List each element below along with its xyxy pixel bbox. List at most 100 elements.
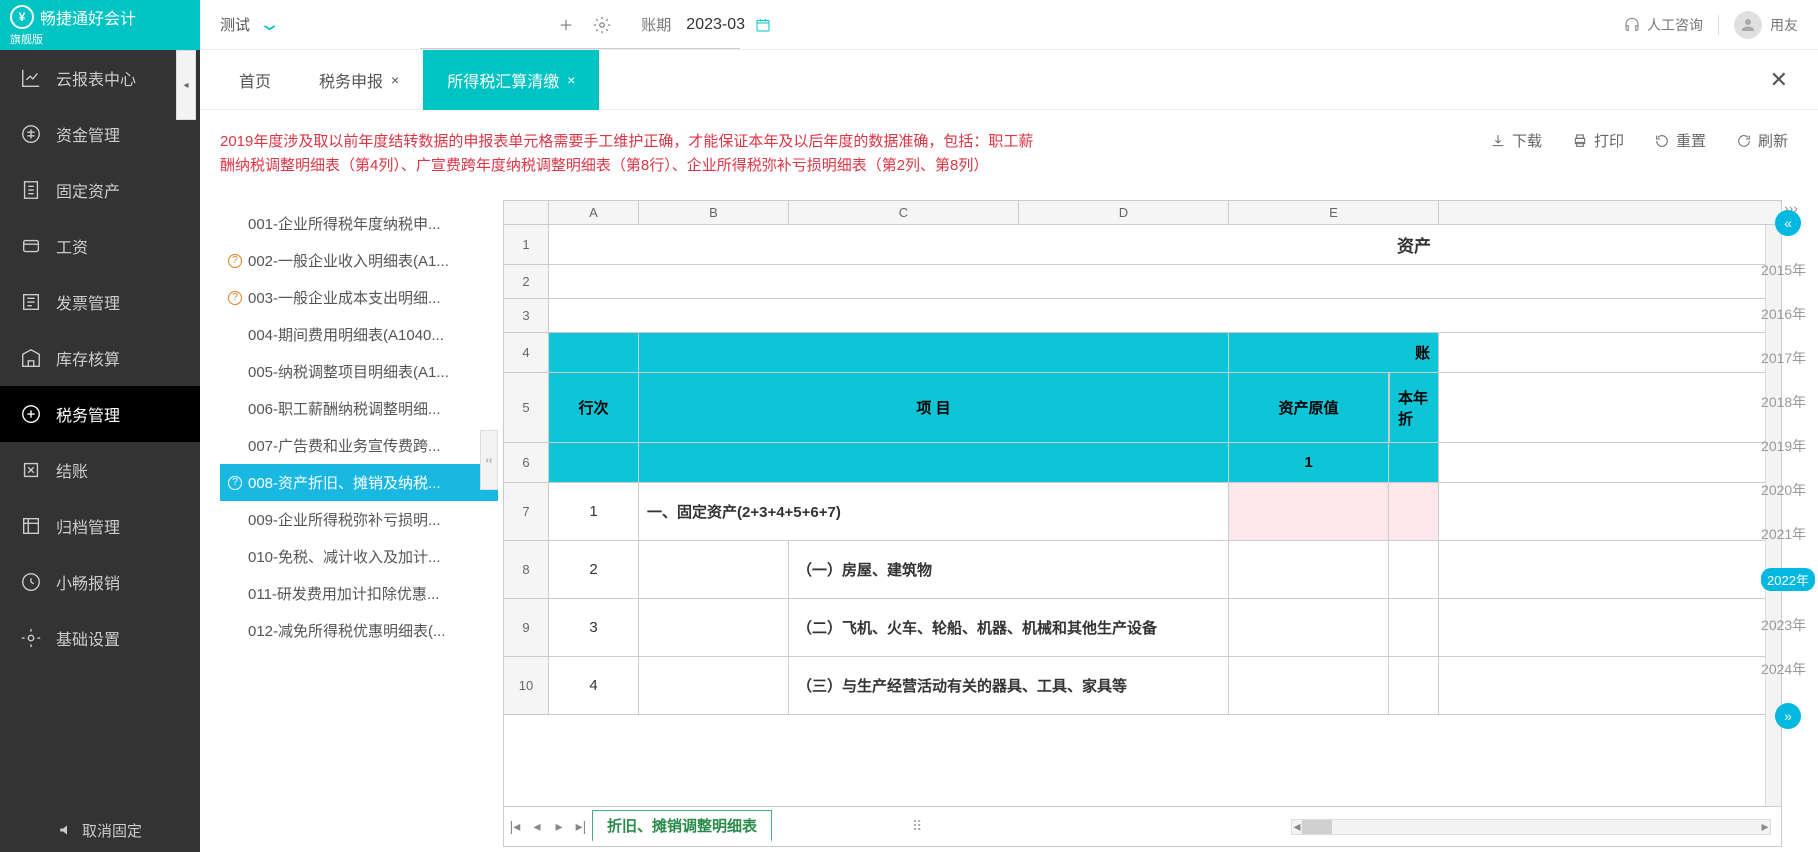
header-e: 本年折	[1389, 373, 1439, 442]
sidebar-icon-2	[20, 179, 42, 201]
consult-button[interactable]: 人工咨询	[1623, 15, 1703, 35]
year-item-2021年[interactable]: 2021年	[1761, 524, 1815, 544]
sidebar-item-8[interactable]: 归档管理	[0, 498, 200, 554]
table-row: 71一、固定资产(2+3+4+5+6+7)	[504, 483, 1781, 541]
report-item-0[interactable]: 001-企业所得税年度纳税申...	[220, 205, 498, 242]
warning-icon: ?	[228, 291, 242, 305]
table-row: 93（二）飞机、火车、轮船、机器、机械和其他生产设备	[504, 599, 1781, 657]
year-item-2017年[interactable]: 2017年	[1761, 348, 1815, 368]
report-item-2[interactable]: ? 003-一般企业成本支出明细...	[220, 279, 498, 316]
close-all-tabs[interactable]: ✕	[1755, 67, 1803, 93]
period-value[interactable]: 2023-03	[686, 16, 745, 34]
report-item-label: 003-一般企业成本支出明细...	[248, 287, 441, 308]
year-up-button[interactable]: «	[1775, 210, 1801, 236]
sidebar-item-label: 发票管理	[56, 290, 120, 314]
sheet-first-icon[interactable]: |◂	[504, 816, 526, 838]
sidebar-item-2[interactable]: 固定资产	[0, 162, 200, 218]
refresh-button[interactable]: 刷新	[1736, 130, 1788, 151]
year-item-2023年[interactable]: 2023年	[1761, 615, 1815, 635]
sidebar-icon-8	[20, 515, 42, 537]
table-row: 104（三）与生产经营活动有关的器具、工具、家具等	[504, 657, 1781, 715]
sidebar-item-4[interactable]: 发票管理	[0, 274, 200, 330]
report-item-9[interactable]: 010-免税、减计收入及加计...	[220, 538, 498, 575]
year-item-2020年[interactable]: 2020年	[1761, 480, 1815, 500]
tab-close-icon[interactable]: ×	[567, 72, 575, 88]
sheet-last-icon[interactable]: ▸|	[570, 816, 592, 838]
tab-2[interactable]: 所得税汇算清缴×	[423, 50, 599, 110]
sidebar-item-label: 小畅报销	[56, 570, 120, 594]
report-item-1[interactable]: ?002-一般企业收入明细表(A1...	[220, 242, 498, 279]
row4-e: 账	[1229, 333, 1439, 372]
sidebar-item-9[interactable]: 小畅报销	[0, 554, 200, 610]
col-header-c[interactable]: C	[789, 201, 1019, 224]
report-item-label: 008-资产折旧、摊销及纳税...	[248, 472, 441, 493]
tab-close-icon[interactable]: ×	[391, 72, 399, 88]
download-icon	[1490, 133, 1506, 149]
year-item-2018年[interactable]: 2018年	[1761, 392, 1815, 412]
calendar-icon[interactable]	[755, 17, 771, 33]
user-name: 用友	[1770, 15, 1798, 35]
report-item-10[interactable]: 011-研发费用加计扣除优惠...	[220, 575, 498, 612]
col-header-e[interactable]: E	[1229, 201, 1439, 224]
report-item-4[interactable]: 005-纳税调整项目明细表(A1...	[220, 353, 498, 390]
tab-0[interactable]: 首页	[215, 50, 295, 110]
header-d: 资产原值	[1229, 373, 1389, 442]
sheet-prev-icon[interactable]: ◂	[526, 816, 548, 838]
sidebar-item-label: 云报表中心	[56, 66, 136, 90]
year-down-button[interactable]: »	[1775, 703, 1801, 729]
print-icon	[1572, 133, 1588, 149]
report-item-3[interactable]: 004-期间费用明细表(A1040...	[220, 316, 498, 353]
print-button[interactable]: 打印	[1572, 130, 1624, 151]
list-collapse-button[interactable]: ‹‹	[480, 430, 498, 490]
brand-edition: 旗舰版	[10, 31, 190, 47]
plus-icon[interactable]	[557, 16, 575, 34]
user-menu[interactable]: 用友	[1734, 11, 1798, 39]
sidebar-icon-3	[20, 235, 42, 257]
sidebar-collapse-button[interactable]: ◂	[176, 50, 196, 120]
col-header-b[interactable]: B	[639, 201, 789, 224]
table-row: 82（一）房屋、建筑物	[504, 541, 1781, 599]
sidebar-icon-10	[20, 627, 42, 649]
report-list: 001-企业所得税年度纳税申...?002-一般企业收入明细表(A1...?00…	[220, 205, 498, 852]
tab-1[interactable]: 税务申报 ×	[295, 50, 423, 110]
year-item-2015年[interactable]: 2015年	[1761, 260, 1815, 280]
unpin-button[interactable]: 取消固定	[0, 808, 200, 852]
year-item-2022年[interactable]: 2022年	[1761, 568, 1815, 591]
sidebar-item-6[interactable]: 税务管理	[0, 386, 200, 442]
sidebar-item-7[interactable]: 结账	[0, 442, 200, 498]
sidebar-icon-6	[20, 403, 42, 425]
col-header-a[interactable]: A	[549, 201, 639, 224]
sidebar: 云报表中心资金管理固定资产工资发票管理库存核算税务管理结账归档管理小畅报销基础设…	[0, 50, 200, 852]
sidebar-item-label: 资金管理	[56, 122, 120, 146]
sidebar-item-3[interactable]: 工资	[0, 218, 200, 274]
tabs-bar: 首页税务申报×所得税汇算清缴×✕	[200, 50, 1818, 110]
gear-icon[interactable]	[593, 16, 611, 34]
download-button[interactable]: 下载	[1490, 130, 1542, 151]
sidebar-item-10[interactable]: 基础设置	[0, 610, 200, 666]
headset-icon	[1623, 16, 1641, 34]
report-item-label: 001-企业所得税年度纳税申...	[248, 213, 441, 234]
year-item-2024年[interactable]: 2024年	[1761, 659, 1815, 679]
sidebar-item-label: 归档管理	[56, 514, 120, 538]
col-header-d[interactable]: D	[1019, 201, 1229, 224]
year-item-2019年[interactable]: 2019年	[1761, 436, 1815, 456]
sidebar-item-label: 库存核算	[56, 346, 120, 370]
tab-label: 税务申报	[319, 68, 383, 92]
sheet-next-icon[interactable]: ▸	[548, 816, 570, 838]
sheet-tab[interactable]: 折旧、摊销调整明细表	[592, 810, 772, 842]
reset-button[interactable]: 重置	[1654, 130, 1706, 151]
report-item-11[interactable]: 012-减免所得税优惠明细表(...	[220, 612, 498, 649]
spreadsheet[interactable]: A B C D E 1资产 2 3 4 账 5 行次 项 目 资产原值 本年折 …	[503, 200, 1782, 847]
sidebar-item-5[interactable]: 库存核算	[0, 330, 200, 386]
sidebar-icon-5	[20, 347, 42, 369]
report-item-6[interactable]: 007-广告费和业务宣传费跨...	[220, 427, 498, 464]
report-item-label: 009-企业所得税弥补亏损明...	[248, 509, 441, 530]
sidebar-item-1[interactable]: 资金管理	[0, 106, 200, 162]
company-selector[interactable]: 测试 ⌄	[220, 14, 277, 35]
report-item-7[interactable]: ?008-资产折旧、摊销及纳税...	[220, 464, 498, 501]
report-item-8[interactable]: 009-企业所得税弥补亏损明...	[220, 501, 498, 538]
year-item-2016年[interactable]: 2016年	[1761, 304, 1815, 324]
horizontal-scrollbar[interactable]: ◂▸	[1291, 819, 1771, 835]
sidebar-item-0[interactable]: 云报表中心	[0, 50, 200, 106]
report-item-5[interactable]: 006-职工薪酬纳税调整明细...	[220, 390, 498, 427]
